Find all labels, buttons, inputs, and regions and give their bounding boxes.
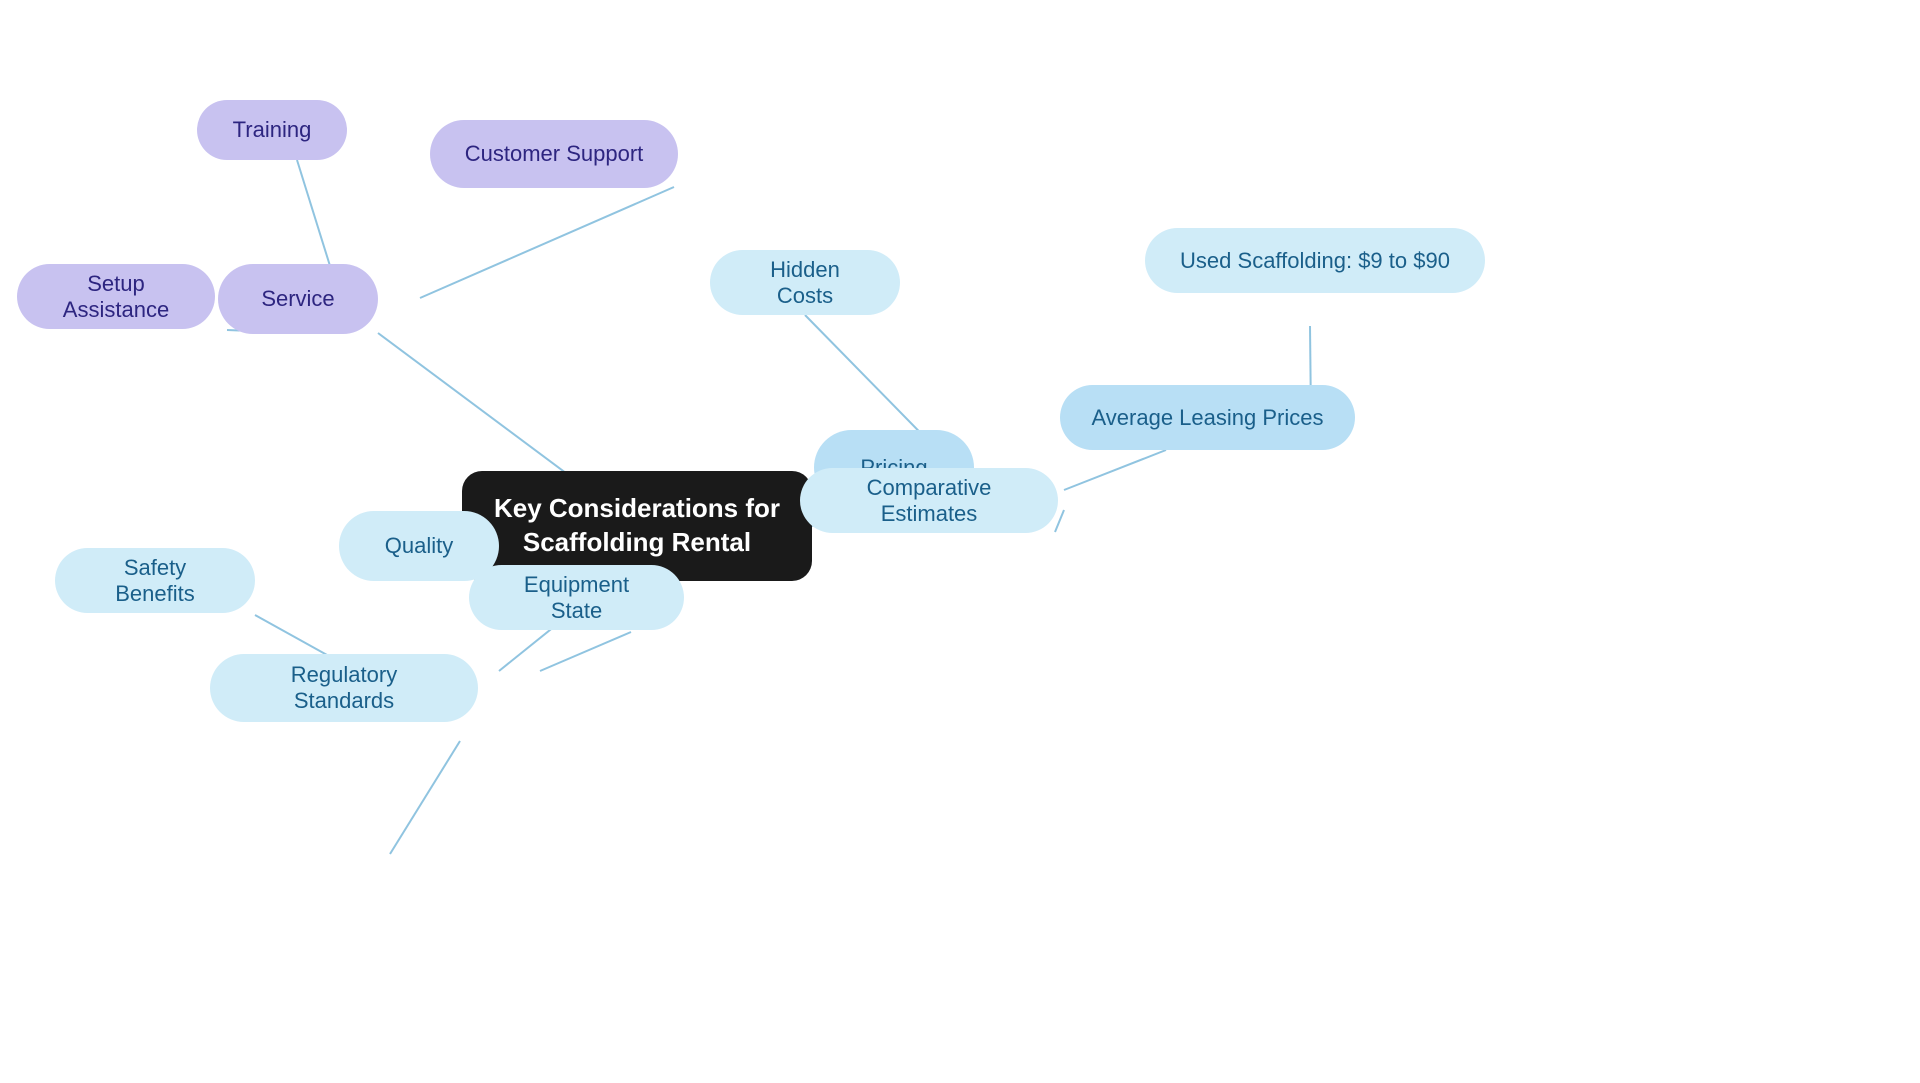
customer-support-node: Customer Support (430, 120, 678, 188)
hidden-costs-node: Hidden Costs (710, 250, 900, 315)
quality-node: Quality (339, 511, 499, 581)
safety-benefits-node: Safety Benefits (55, 548, 255, 613)
equipment-state-node: Equipment State (469, 565, 684, 630)
regulatory-standards-node: Regulatory Standards (210, 654, 478, 722)
setup-assistance-node: Setup Assistance (17, 264, 215, 329)
training-node: Training (197, 100, 347, 160)
average-leasing-prices-node: Average Leasing Prices (1060, 385, 1355, 450)
service-node: Service (218, 264, 378, 334)
comparative-estimates-node: Comparative Estimates (800, 468, 1058, 533)
used-scaffolding-node: Used Scaffolding: $9 to $90 (1145, 228, 1485, 293)
